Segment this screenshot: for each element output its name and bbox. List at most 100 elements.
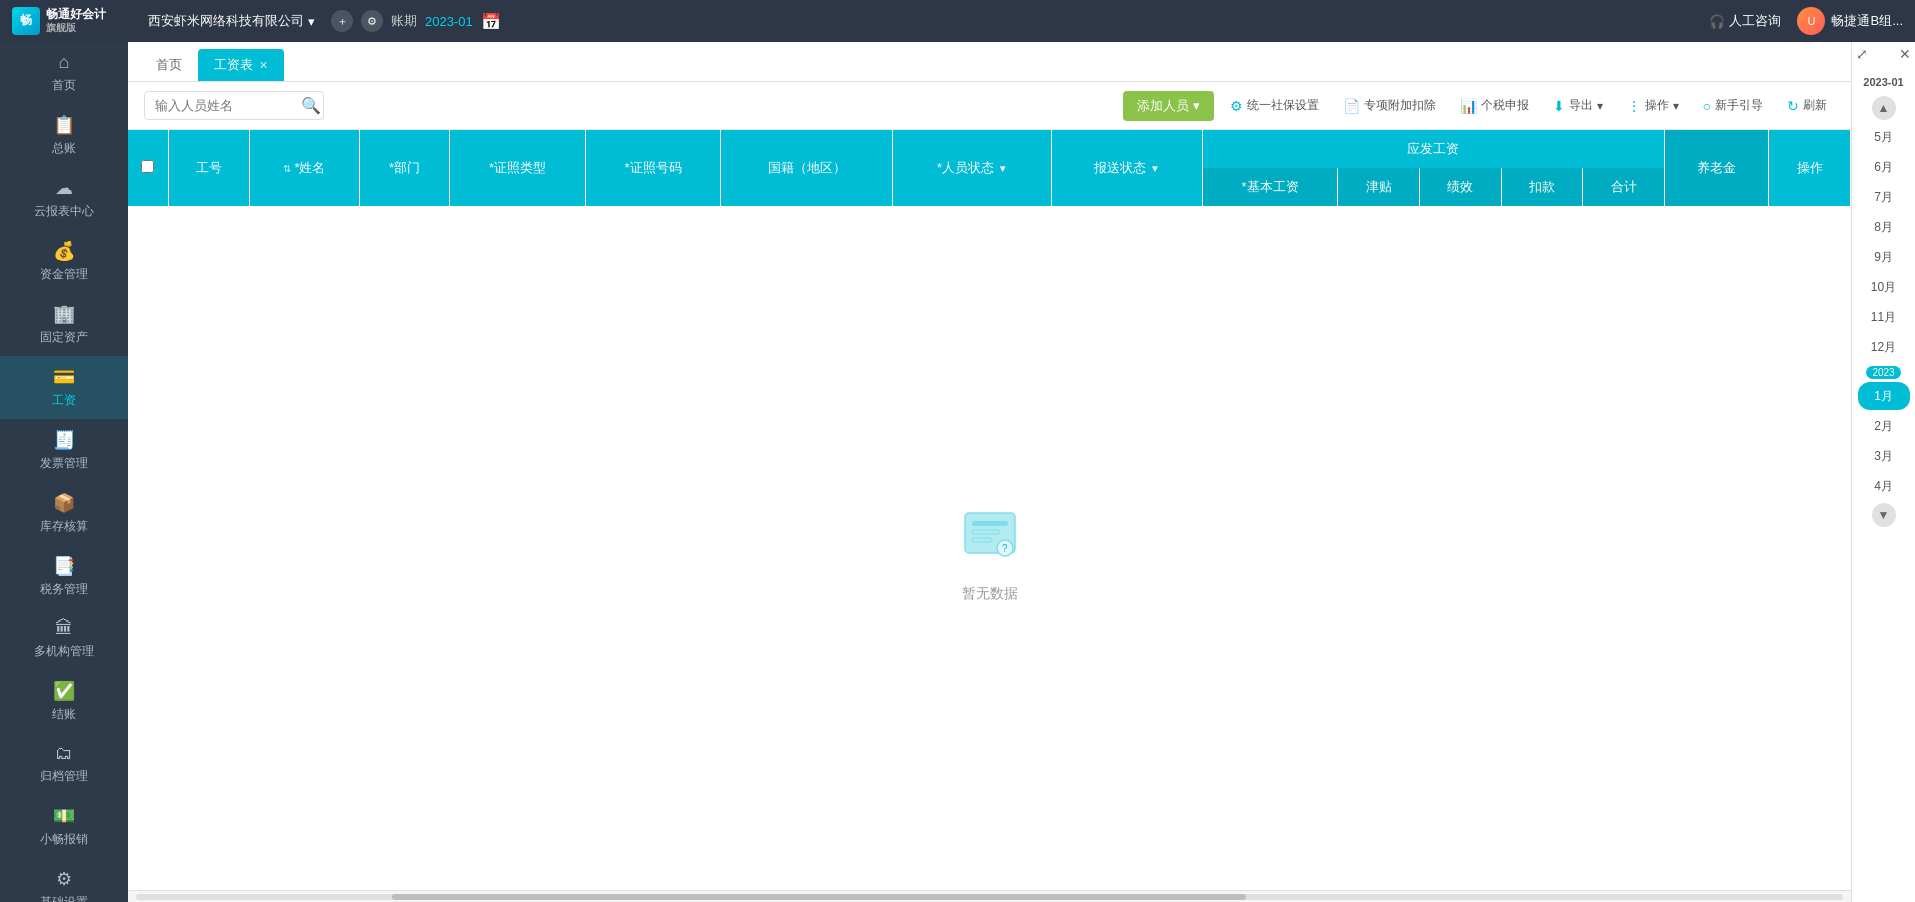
sidebar-label-ledger: 总账 xyxy=(52,140,76,157)
export-button[interactable]: ⬇ 导出 ▾ xyxy=(1545,93,1611,118)
sidebar-item-cloud-report[interactable]: ☁ 云报表中心 xyxy=(0,167,128,230)
app-title-group: 畅通好会计 旗舰版 xyxy=(46,7,106,35)
social-security-button[interactable]: ⚙ 统一社保设置 xyxy=(1222,93,1327,118)
tab-home[interactable]: 首页 xyxy=(140,49,198,81)
sidebar: ⌂ 首页 📋 总账 ☁ 云报表中心 💰 资金管理 🏢 固定资产 💳 工资 🧾 发… xyxy=(0,42,128,902)
panel-next-button[interactable]: ▼ xyxy=(1872,503,1896,527)
sidebar-label-home: 首页 xyxy=(52,77,76,94)
allowance-header: 津贴 xyxy=(1338,168,1420,206)
top-header: 畅 畅通好会计 旗舰版 西安虾米网络科技有限公司 ▾ ＋ ⚙ 账期 2023-0… xyxy=(0,0,1915,42)
month-item-9[interactable]: 9月 xyxy=(1858,243,1910,271)
personal-tax-label: 个税申报 xyxy=(1481,97,1529,114)
panel-close-button[interactable]: ✕ xyxy=(1899,46,1911,62)
horizontal-scrollbar[interactable] xyxy=(128,890,1851,902)
company-selector[interactable]: 西安虾米网络科技有限公司 ▾ xyxy=(140,8,323,34)
salary-table: 工号 ⇅ *姓名 *部门 *证照类型 *证照号码 国籍（地区） *人员状态 xyxy=(128,130,1851,206)
sidebar-item-settlement[interactable]: ✅ 结账 xyxy=(0,670,128,733)
operate-button[interactable]: ⋮ 操作 ▾ xyxy=(1619,93,1687,118)
content-area: 首页 工资表 ✕ 🔍 添加人员 ▾ ⚙ 统一社保设置 📄 xyxy=(128,42,1851,902)
right-panel: ✕ ⤢ 2023-01 ▲ 5月 6月 7月 8月 9月 10月 11月 12月… xyxy=(1851,42,1915,902)
special-deduct-button[interactable]: 📄 专项附加扣除 xyxy=(1335,93,1444,118)
sidebar-item-multi-org[interactable]: 🏛 多机构管理 xyxy=(0,608,128,670)
month-item-3[interactable]: 3月 xyxy=(1858,442,1910,470)
performance-header: 绩效 xyxy=(1420,168,1502,206)
person-status-header: *人员状态 ▼ xyxy=(893,130,1052,206)
ledger-icon: 📋 xyxy=(53,114,75,136)
settings-icon[interactable]: ⚙ xyxy=(361,10,383,32)
company-name: 西安虾米网络科技有限公司 xyxy=(148,12,304,30)
sidebar-item-ledger[interactable]: 📋 总账 xyxy=(0,104,128,167)
export-icon: ⬇ xyxy=(1553,98,1565,114)
sidebar-label-multi-org: 多机构管理 xyxy=(34,643,94,660)
search-input[interactable] xyxy=(155,98,295,113)
settlement-icon: ✅ xyxy=(53,680,75,702)
inventory-icon: 📦 xyxy=(53,492,75,514)
sort-icon-name: ⇅ xyxy=(283,163,291,174)
svg-rect-3 xyxy=(972,538,992,542)
filter-icon-report-status[interactable]: ▼ xyxy=(1150,163,1160,174)
panel-expand-button[interactable]: ⤢ xyxy=(1856,46,1868,62)
scrollbar-track xyxy=(136,894,1843,900)
user-profile[interactable]: U 畅捷通B组... xyxy=(1797,7,1903,35)
sidebar-item-inventory[interactable]: 📦 库存核算 xyxy=(0,482,128,545)
month-item-12[interactable]: 12月 xyxy=(1858,333,1910,361)
select-all-checkbox[interactable] xyxy=(141,160,154,173)
empty-state: ? 暂无数据 xyxy=(128,206,1851,890)
sidebar-item-tax[interactable]: 📑 税务管理 xyxy=(0,545,128,608)
sidebar-item-home[interactable]: ⌂ 首页 xyxy=(0,42,128,104)
calendar-icon[interactable]: 📅 xyxy=(481,12,501,31)
sidebar-item-invoice[interactable]: 🧾 发票管理 xyxy=(0,419,128,482)
month-item-1[interactable]: 1月 xyxy=(1858,382,1910,410)
panel-period-label: 2023-01 xyxy=(1859,70,1907,94)
month-item-7[interactable]: 7月 xyxy=(1858,183,1910,211)
month-item-11[interactable]: 11月 xyxy=(1858,303,1910,331)
fund-icon: 💰 xyxy=(53,240,75,262)
svg-text:?: ? xyxy=(1002,543,1008,554)
personal-tax-icon: 📊 xyxy=(1460,98,1477,114)
filter-icon-person-status[interactable]: ▼ xyxy=(998,163,1008,174)
sidebar-label-cloud-report: 云报表中心 xyxy=(34,203,94,220)
human-service-button[interactable]: 🎧 人工咨询 xyxy=(1709,12,1781,30)
home-icon: ⌂ xyxy=(59,52,70,73)
add-person-dropdown-icon: ▾ xyxy=(1193,98,1200,113)
empty-message: 暂无数据 xyxy=(962,585,1018,603)
salary-group-header: 应发工资 xyxy=(1202,130,1664,168)
month-item-6[interactable]: 6月 xyxy=(1858,153,1910,181)
refresh-button[interactable]: ↻ 刷新 xyxy=(1779,93,1835,118)
sidebar-item-salary[interactable]: 💳 工资 xyxy=(0,356,128,419)
period-value[interactable]: 2023-01 xyxy=(425,14,473,29)
month-item-5[interactable]: 5月 xyxy=(1858,123,1910,151)
sidebar-item-expense[interactable]: 💵 小畅报销 xyxy=(0,795,128,858)
table-wrap: 工号 ⇅ *姓名 *部门 *证照类型 *证照号码 国籍（地区） *人员状态 xyxy=(128,130,1851,902)
sidebar-label-fixed-asset: 固定资产 xyxy=(40,329,88,346)
add-person-button[interactable]: 添加人员 ▾ xyxy=(1123,91,1214,121)
guide-button[interactable]: ○ 新手引导 xyxy=(1695,93,1771,118)
sidebar-item-fund[interactable]: 💰 资金管理 xyxy=(0,230,128,293)
month-item-2[interactable]: 2月 xyxy=(1858,412,1910,440)
tab-salary-table[interactable]: 工资表 ✕ xyxy=(198,49,284,81)
export-dropdown-icon: ▾ xyxy=(1597,99,1603,113)
add-person-label: 添加人员 xyxy=(1137,97,1189,115)
sidebar-label-archive: 归档管理 xyxy=(40,768,88,785)
fixed-asset-icon: 🏢 xyxy=(53,303,75,325)
add-company-button[interactable]: ＋ xyxy=(331,10,353,32)
headset-icon: 🎧 xyxy=(1709,14,1725,29)
cert-no-header: *证照号码 xyxy=(585,130,721,206)
month-item-4[interactable]: 4月 xyxy=(1858,472,1910,500)
department-header: *部门 xyxy=(359,130,449,206)
sidebar-item-archive[interactable]: 🗂 归档管理 xyxy=(0,733,128,795)
month-item-10[interactable]: 10月 xyxy=(1858,273,1910,301)
sidebar-item-fixed-asset[interactable]: 🏢 固定资产 xyxy=(0,293,128,356)
month-item-8[interactable]: 8月 xyxy=(1858,213,1910,241)
special-deduct-label: 专项附加扣除 xyxy=(1364,97,1436,114)
period-label: 账期 xyxy=(391,12,417,30)
personal-tax-button[interactable]: 📊 个税申报 xyxy=(1452,93,1537,118)
refresh-label: 刷新 xyxy=(1803,97,1827,114)
panel-prev-button[interactable]: ▲ xyxy=(1872,96,1896,120)
sidebar-item-settings[interactable]: ⚙ 基础设置 xyxy=(0,858,128,902)
cert-type-header: *证照类型 xyxy=(450,130,586,206)
pension-header: 养老金 xyxy=(1664,130,1768,206)
tab-close-icon[interactable]: ✕ xyxy=(259,59,268,72)
sidebar-label-inventory: 库存核算 xyxy=(40,518,88,535)
deduction-header: 扣款 xyxy=(1501,168,1583,206)
